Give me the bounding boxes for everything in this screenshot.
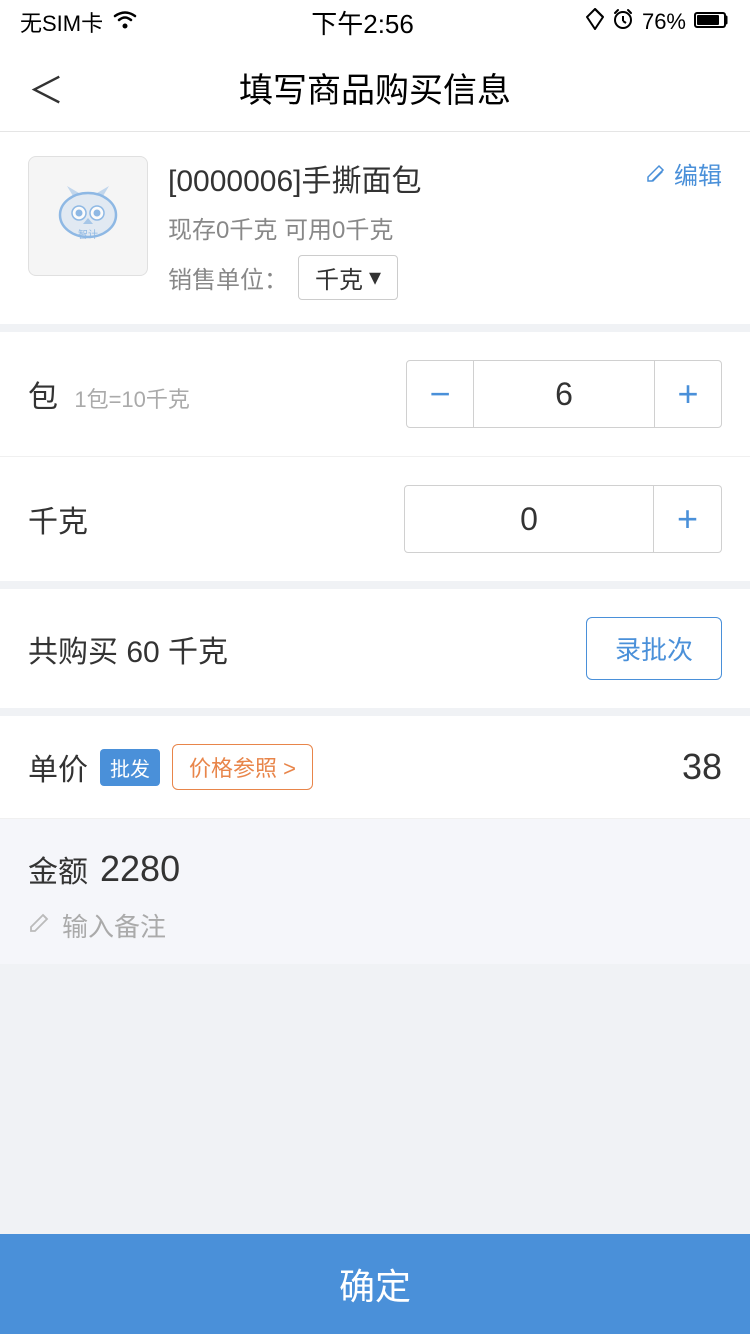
edit-button[interactable]: 编辑: [644, 156, 722, 191]
back-button[interactable]: ＜: [28, 62, 64, 114]
product-stock: 现存0千克 可用0千克: [168, 210, 722, 245]
bao-qty-input[interactable]: [474, 360, 654, 428]
alarm-icon: [612, 8, 634, 36]
svg-text:智计: 智计: [78, 228, 98, 240]
bao-label: 包 1包=10千克: [28, 372, 406, 416]
bao-qty-row: 包 1包=10千克 − +: [0, 332, 750, 457]
minus-icon: −: [429, 373, 450, 415]
kg-qty-row: 千克 +: [0, 457, 750, 589]
status-time: 下午2:56: [311, 4, 414, 41]
price-ref-label: 价格参照 >: [189, 751, 296, 783]
product-info: [0000006]手撕面包 编辑 现存0千克 可用0千克 销售单位： 千克 ▾: [168, 156, 722, 300]
unit-value: 千克: [315, 260, 363, 295]
kg-qty-controls: +: [404, 485, 722, 553]
edit-label: 编辑: [674, 156, 722, 191]
status-left: 无SIM卡: [20, 6, 139, 38]
empty-space: [0, 964, 750, 1234]
nav-bar: ＜ 填写商品购买信息: [0, 44, 750, 132]
price-ref-button[interactable]: 价格参照 >: [172, 744, 313, 790]
product-image: 智计: [28, 156, 148, 276]
amount-section: 金额 2280 输入备注: [0, 819, 750, 964]
carrier-text: 无SIM卡: [20, 6, 103, 38]
kg-label: 千克: [28, 497, 404, 541]
price-value: 38: [682, 746, 722, 788]
wifi-icon: [111, 9, 139, 35]
price-left: 单价 批发 价格参照 >: [28, 744, 313, 790]
product-unit-row: 销售单位： 千克 ▾: [168, 255, 722, 300]
batch-label: 录批次: [615, 635, 693, 665]
amount-label: 金额: [28, 847, 88, 891]
bao-plus-button[interactable]: +: [654, 360, 722, 428]
confirm-label: 确定: [339, 1258, 411, 1310]
kg-plus-button[interactable]: +: [654, 485, 722, 553]
product-name: [0000006]手撕面包: [168, 156, 421, 200]
total-text: 共购买 60 千克: [28, 627, 228, 671]
battery-text: 76%: [642, 9, 686, 35]
status-bar: 无SIM卡 下午2:56 76%: [0, 0, 750, 44]
page-title: 填写商品购买信息: [239, 63, 511, 112]
bao-hint: 1包=10千克: [74, 387, 190, 412]
price-tag: 批发: [100, 749, 160, 786]
confirm-button[interactable]: 确定: [0, 1234, 750, 1334]
kg-plus-icon: +: [677, 498, 698, 540]
note-row[interactable]: 输入备注: [28, 907, 722, 944]
kg-qty-input[interactable]: [404, 485, 654, 553]
dropdown-icon: ▾: [369, 263, 381, 292]
product-name-row: [0000006]手撕面包 编辑: [168, 156, 722, 200]
plus-icon: +: [677, 373, 698, 415]
bao-qty-controls: − +: [406, 360, 722, 428]
unit-select[interactable]: 千克 ▾: [298, 255, 398, 300]
unit-label: 销售单位：: [168, 260, 288, 295]
battery-icon: [694, 9, 730, 35]
location-icon: [586, 8, 604, 36]
amount-value: 2280: [100, 848, 180, 890]
bao-minus-button[interactable]: −: [406, 360, 474, 428]
amount-row: 金额 2280: [28, 847, 722, 891]
price-label: 单价: [28, 745, 88, 789]
product-logo-icon: 智计: [53, 180, 123, 252]
pencil-icon: [28, 910, 52, 941]
total-row: 共购买 60 千克 录批次: [0, 589, 750, 716]
status-right: 76%: [586, 8, 730, 36]
batch-button[interactable]: 录批次: [586, 617, 722, 680]
note-label: 输入备注: [62, 907, 166, 944]
product-card: 智计 [0000006]手撕面包 编辑 现存0千克 可用0千克 销售单位： 千克…: [0, 132, 750, 332]
price-section: 单价 批发 价格参照 > 38: [0, 716, 750, 819]
